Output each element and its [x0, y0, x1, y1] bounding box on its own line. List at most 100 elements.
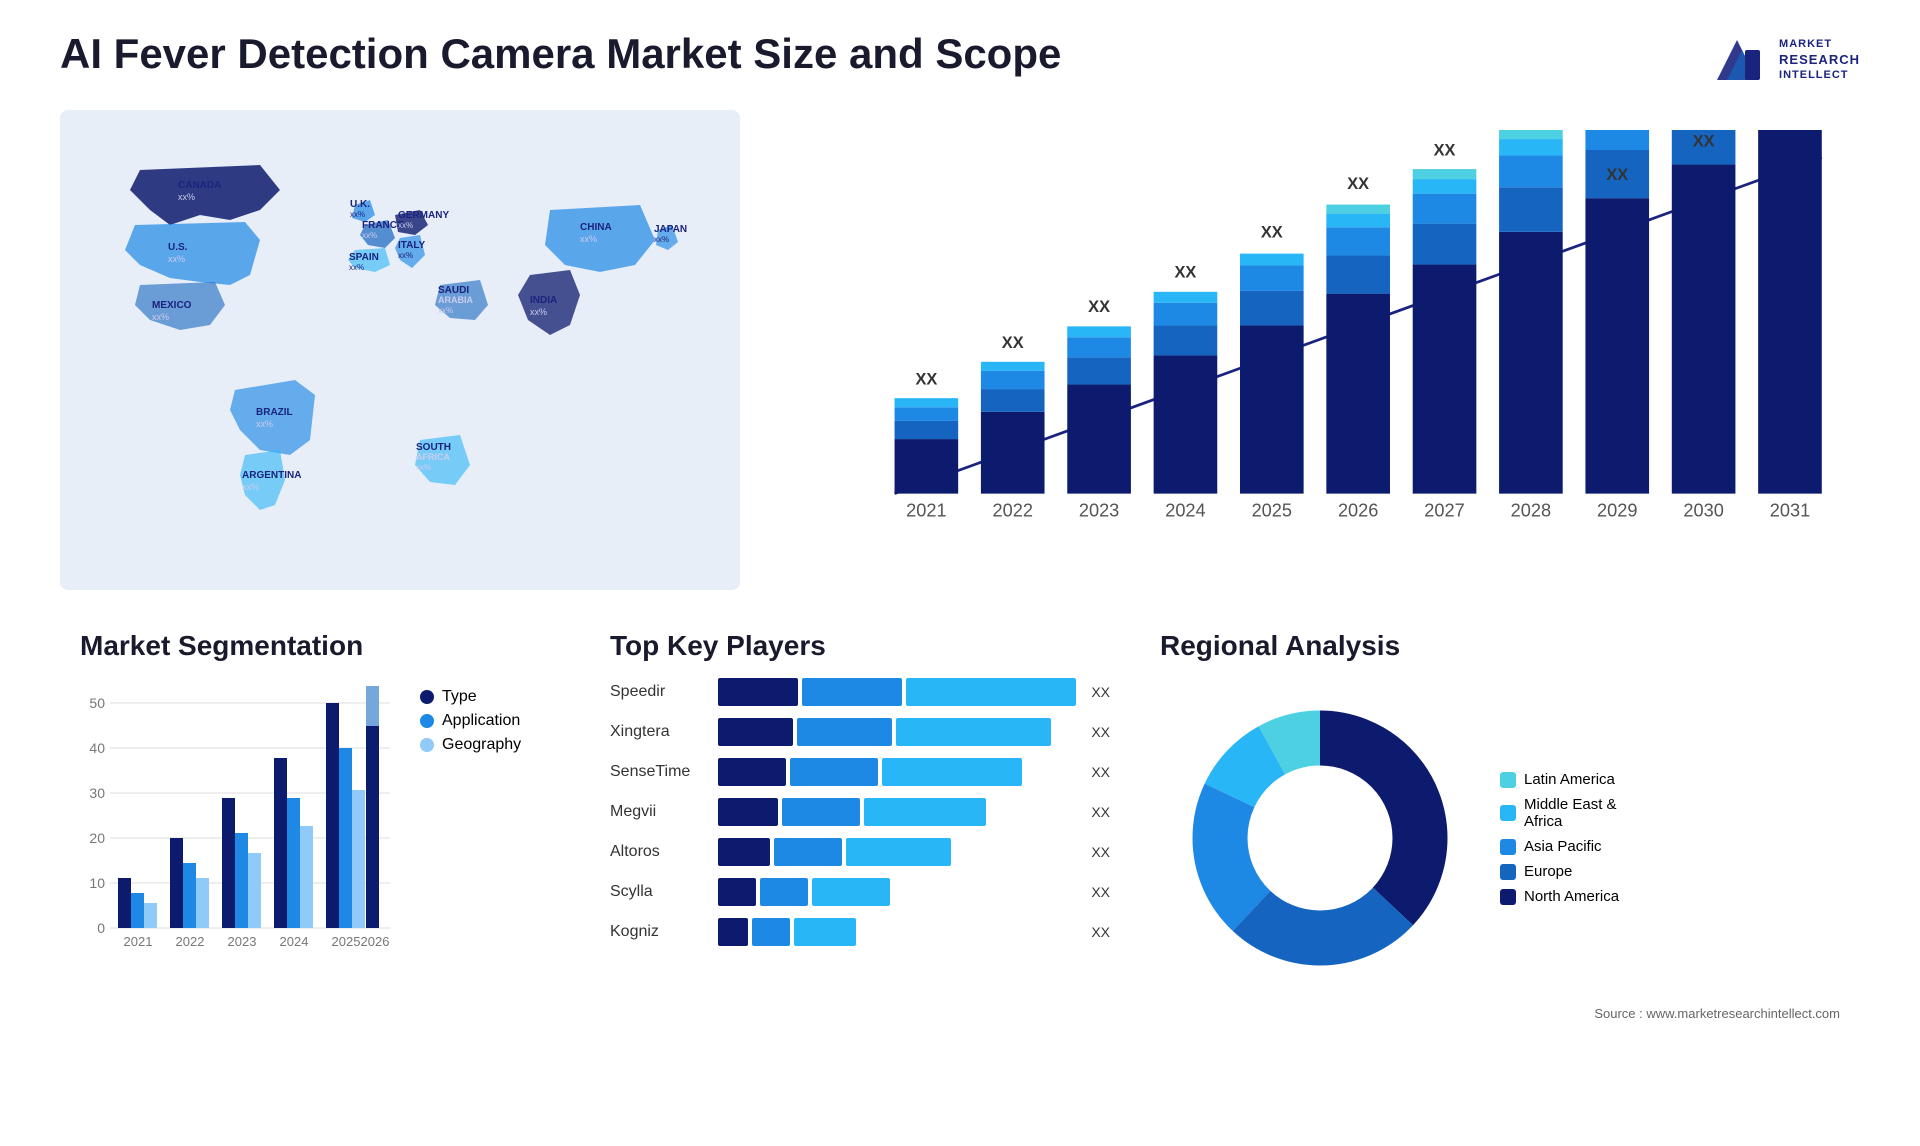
svg-text:xx%: xx% [416, 463, 431, 472]
svg-text:2024: 2024 [280, 934, 309, 949]
player-bar-wrap [718, 678, 1079, 706]
donut-legend: Latin America Middle East &Africa Asia P… [1500, 771, 1619, 905]
player-row: Megvii XX [610, 798, 1110, 826]
player-name: Kogniz [610, 923, 710, 941]
bar-segment [846, 838, 951, 866]
middle-east-label: Middle East &Africa [1524, 796, 1617, 830]
svg-text:XX: XX [1261, 223, 1283, 241]
segmentation-section: Market Segmentation 0 10 20 30 40 50 [60, 620, 580, 1040]
player-name: Scylla [610, 883, 710, 901]
player-row: Xingtera XX [610, 718, 1110, 746]
svg-text:2021: 2021 [906, 500, 946, 520]
player-bar-wrap [718, 758, 1079, 786]
player-bar-wrap [718, 918, 1079, 946]
svg-text:50: 50 [89, 695, 105, 711]
bar-segment [882, 758, 1022, 786]
svg-text:2024: 2024 [1165, 500, 1205, 520]
bar-segment [752, 918, 790, 946]
donut-chart [1160, 678, 1480, 998]
player-value: XX [1091, 764, 1110, 780]
svg-text:xx%: xx% [362, 231, 377, 240]
legend-north-america: North America [1500, 888, 1619, 905]
player-value: XX [1091, 804, 1110, 820]
logo-area: MARKET RESEARCH INTELLECT [1707, 30, 1860, 90]
growth-bar-chart: XX XX XX XX [840, 130, 1840, 548]
legend-middle-east: Middle East &Africa [1500, 796, 1619, 830]
logo-icon [1707, 30, 1767, 90]
bar-segment [718, 918, 748, 946]
svg-text:MEXICO: MEXICO [152, 300, 192, 311]
bar-segment [718, 678, 798, 706]
svg-text:2025: 2025 [332, 934, 361, 949]
svg-text:XX: XX [915, 371, 937, 389]
svg-text:XX: XX [1347, 175, 1369, 193]
svg-text:xx%: xx% [398, 221, 413, 230]
svg-text:BRAZIL: BRAZIL [256, 407, 293, 418]
svg-text:GERMANY: GERMANY [398, 210, 449, 221]
svg-text:2029: 2029 [1597, 500, 1637, 520]
svg-text:JAPAN: JAPAN [654, 224, 687, 235]
svg-text:xx%: xx% [350, 210, 365, 219]
svg-text:XX: XX [1088, 298, 1110, 316]
svg-text:2023: 2023 [228, 934, 257, 949]
donut-wrap: Latin America Middle East &Africa Asia P… [1160, 678, 1840, 998]
asia-pacific-label: Asia Pacific [1524, 838, 1602, 855]
segmentation-legend: Type Application Geography [420, 688, 521, 754]
page-title: AI Fever Detection Camera Market Size an… [60, 30, 1061, 78]
latin-america-color [1500, 772, 1516, 788]
svg-text:ARGENTINA: ARGENTINA [242, 470, 301, 481]
player-value: XX [1091, 724, 1110, 740]
svg-text:2030: 2030 [1683, 500, 1723, 520]
middle-east-color [1500, 805, 1516, 821]
bar-chart-container: XX XX XX XX [780, 110, 1860, 590]
key-players-title: Top Key Players [610, 630, 1110, 662]
player-value: XX [1091, 684, 1110, 700]
svg-text:XX: XX [1693, 132, 1715, 150]
svg-text:30: 30 [89, 785, 105, 801]
player-row: Kogniz XX [610, 918, 1110, 946]
logo-text: MARKET RESEARCH INTELLECT [1779, 37, 1860, 82]
bar-segment [782, 798, 860, 826]
legend-application: Application [420, 712, 521, 730]
legend-latin-america: Latin America [1500, 771, 1619, 788]
svg-text:CANADA: CANADA [178, 180, 221, 191]
segmentation-title: Market Segmentation [80, 630, 560, 662]
svg-text:XX: XX [1606, 166, 1628, 184]
svg-text:2026: 2026 [361, 934, 390, 949]
svg-text:xx%: xx% [152, 312, 169, 322]
player-bar-wrap [718, 718, 1079, 746]
player-name: Altoros [610, 843, 710, 861]
player-name: Xingtera [610, 723, 710, 741]
svg-text:20: 20 [89, 830, 105, 846]
type-dot [420, 690, 434, 704]
svg-text:2027: 2027 [1424, 500, 1464, 520]
bar-segment [718, 878, 756, 906]
svg-text:xx%: xx% [256, 419, 273, 429]
north-america-label: North America [1524, 888, 1619, 905]
player-row: SenseTime XX [610, 758, 1110, 786]
svg-text:ITALY: ITALY [398, 240, 426, 251]
page: AI Fever Detection Camera Market Size an… [0, 0, 1920, 1146]
player-row: Speedir XX [610, 678, 1110, 706]
player-bar-wrap [718, 798, 1079, 826]
bar-segment [718, 718, 793, 746]
players-list: Speedir XX Xingtera X [610, 678, 1110, 946]
legend-europe: Europe [1500, 863, 1619, 880]
svg-text:INDIA: INDIA [530, 295, 557, 306]
svg-text:ARABIA: ARABIA [438, 295, 473, 305]
player-name: Megvii [610, 803, 710, 821]
geography-label: Geography [442, 736, 521, 754]
svg-text:SPAIN: SPAIN [349, 252, 379, 263]
player-name: Speedir [610, 683, 710, 701]
svg-text:0: 0 [97, 920, 105, 936]
svg-text:2026: 2026 [1338, 500, 1378, 520]
bar-segment [774, 838, 842, 866]
player-value: XX [1091, 844, 1110, 860]
svg-text:2022: 2022 [176, 934, 205, 949]
header: AI Fever Detection Camera Market Size an… [60, 30, 1860, 90]
svg-text:2021: 2021 [124, 934, 153, 949]
bar-segment [864, 798, 986, 826]
svg-text:10: 10 [89, 875, 105, 891]
svg-text:AFRICA: AFRICA [416, 452, 450, 462]
segmentation-chart: 0 10 20 30 40 50 [80, 678, 400, 958]
